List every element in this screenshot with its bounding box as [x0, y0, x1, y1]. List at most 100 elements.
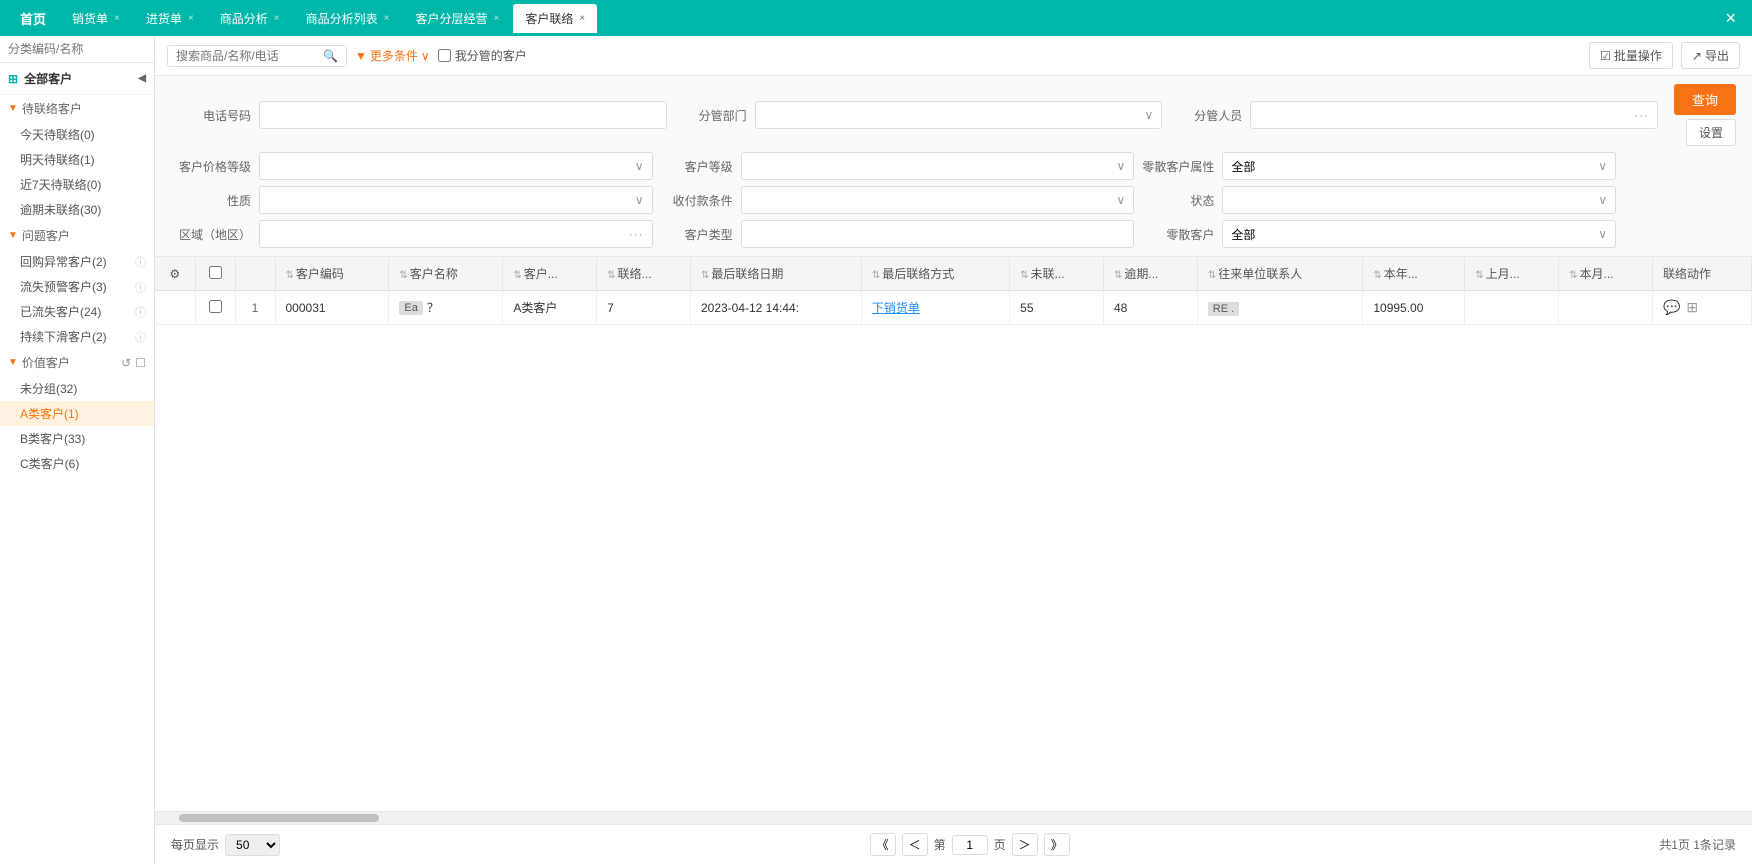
add-icon-value[interactable]: ☐ — [135, 356, 146, 370]
sidebar-search-input[interactable] — [8, 42, 155, 56]
close-customer-tier-icon[interactable]: × — [493, 13, 499, 24]
select-customer-level[interactable]: ∨ — [741, 152, 1135, 180]
page-size-dropdown[interactable]: 50 100 200 — [225, 834, 280, 856]
sidebar-item-ungrouped[interactable]: 未分组(32) — [0, 376, 154, 401]
tab-home[interactable]: 首页 — [8, 3, 58, 34]
sidebar-item-declining[interactable]: 持续下滑客户(2) ⓘ — [0, 324, 154, 349]
refresh-icon-value[interactable]: ↺ — [121, 356, 131, 370]
main-layout: 🔍 ⊞ 全部客户 ◀ ▼ 待联络客户 今天待联络(0) 明天待联络(1) 近7天… — [0, 36, 1752, 864]
sidebar-item-class-b[interactable]: B类客户(33) — [0, 426, 154, 451]
td-check[interactable] — [195, 291, 235, 325]
th-gear[interactable]: ⚙ — [155, 257, 195, 291]
sidebar-item-repurchase[interactable]: 回购异常客户(2) ⓘ — [0, 249, 154, 274]
select-region[interactable]: ··· — [259, 220, 653, 248]
select-price-level[interactable]: ∨ — [259, 152, 653, 180]
tab-customer-tier[interactable]: 客户分层经营 × — [403, 4, 511, 33]
table-scroll-thumb[interactable] — [179, 814, 379, 822]
export-button[interactable]: ↗ 导出 — [1681, 42, 1740, 69]
select-person[interactable]: ··· — [1250, 101, 1658, 129]
info-icon-repurchase: ⓘ — [135, 254, 146, 270]
sort-icon-this-month: ⇅ — [1569, 270, 1577, 281]
next-page-button[interactable]: ＞ — [1012, 833, 1038, 856]
filter-cell-person: 分管人员 ··· — [1162, 101, 1658, 129]
select-payment[interactable]: ∨ — [741, 186, 1135, 214]
label-retail-attr: 零散客户属性 — [1134, 158, 1214, 175]
th-last-method[interactable]: ⇅最后联络方式 — [861, 257, 1009, 291]
th-seq — [235, 257, 275, 291]
th-no-contact[interactable]: ⇅未联... — [1010, 257, 1104, 291]
filter-row-1: 电话号码 分管部门 ∨ 分管人员 ··· — [171, 84, 1736, 146]
input-phone[interactable] — [259, 101, 667, 129]
th-last-month[interactable]: ⇅上月... — [1465, 257, 1559, 291]
close-sales-icon[interactable]: × — [114, 13, 120, 24]
sidebar-item-class-c[interactable]: C类客户(6) — [0, 451, 154, 476]
sidebar-item-overdue[interactable]: 逾期未联络(30) — [0, 197, 154, 222]
tab-purchase[interactable]: 进货单 × — [134, 4, 206, 33]
action-icons: 💬 ⊞ — [1663, 299, 1741, 316]
sidebar-item-class-a[interactable]: A类客户(1) — [0, 401, 154, 426]
row-checkbox[interactable] — [209, 300, 222, 313]
th-this-year[interactable]: ⇅本年... — [1363, 257, 1465, 291]
sidebar-group-pending[interactable]: ▼ 待联络客户 — [0, 95, 154, 122]
select-all-checkbox[interactable] — [209, 266, 222, 279]
tab-analysis[interactable]: 商品分析 × — [208, 4, 292, 33]
th-overdue[interactable]: ⇅逾期... — [1103, 257, 1197, 291]
close-purchase-icon[interactable]: × — [188, 13, 194, 24]
input-ctype[interactable] — [741, 220, 1135, 248]
th-contact[interactable]: ⇅联络... — [597, 257, 691, 291]
settings-button[interactable]: 设置 — [1686, 119, 1736, 146]
th-unit-contact[interactable]: ⇅往来单位联系人 — [1197, 257, 1363, 291]
select-dept[interactable]: ∨ — [755, 101, 1163, 129]
caret-price-level: ∨ — [635, 159, 644, 173]
sidebar-all-customers[interactable]: ⊞ 全部客户 ◀ — [0, 63, 154, 95]
last-page-button[interactable]: 》 — [1044, 833, 1070, 856]
close-customer-contact-icon[interactable]: × — [579, 13, 585, 24]
sidebar-item-lost[interactable]: 已流失客户(24) ⓘ — [0, 299, 154, 324]
sidebar-item-today[interactable]: 今天待联络(0) — [0, 122, 154, 147]
th-check[interactable] — [195, 257, 235, 291]
filter-cell-retail-attr: 零散客户属性 全部 ∨ — [1134, 152, 1616, 180]
close-analysis-list-icon[interactable]: × — [384, 13, 390, 24]
sidebar-item-churn[interactable]: 流失预警客户(3) ⓘ — [0, 274, 154, 299]
my-customers-checkbox-label[interactable]: 我分管的客户 — [438, 47, 527, 64]
filter-cell-payment: 收付款条件 ∨ — [653, 186, 1135, 214]
th-this-month[interactable]: ⇅本月... — [1559, 257, 1653, 291]
tab-customer-contact[interactable]: 客户联络 × — [513, 4, 597, 33]
table-scroll-bar-container[interactable] — [155, 811, 1752, 824]
filter-cell-phone: 电话号码 — [171, 101, 667, 129]
query-button[interactable]: 查询 — [1674, 84, 1736, 115]
page-nav: 《 ＜ 第 页 ＞ 》 — [870, 833, 1070, 856]
chat-icon[interactable]: 💬 — [1663, 299, 1680, 316]
tab-analysis-list[interactable]: 商品分析列表 × — [294, 4, 402, 33]
select-retail[interactable]: 全部 ∨ — [1222, 220, 1616, 248]
sidebar-item-week[interactable]: 近7天待联络(0) — [0, 172, 154, 197]
sidebar-collapse-icon[interactable]: ◀ — [138, 73, 146, 84]
prev-page-button[interactable]: ＜ — [902, 833, 928, 856]
th-last-date[interactable]: ⇅最后联络日期 — [690, 257, 861, 291]
page-input[interactable] — [952, 835, 988, 855]
batch-op-button[interactable]: ☑ 批量操作 — [1589, 42, 1673, 69]
td-last-method[interactable]: 下销货单 — [861, 291, 1009, 325]
th-code[interactable]: ⇅客户编码 — [275, 257, 389, 291]
sort-icon-unit-contact: ⇅ — [1208, 270, 1216, 281]
first-page-button[interactable]: 《 — [870, 833, 896, 856]
table-row: 1 000031 Ea ？ A类客户 7 2023-04-12 14:44: — [155, 291, 1752, 325]
label-customer-level: 客户等级 — [653, 158, 733, 175]
select-retail-attr[interactable]: 全部 ∨ — [1222, 152, 1616, 180]
sidebar-group-problem[interactable]: ▼ 问题客户 — [0, 222, 154, 249]
select-nature[interactable]: ∨ — [259, 186, 653, 214]
qr-icon[interactable]: ⊞ — [1686, 299, 1698, 316]
top-close-button[interactable]: × — [1717, 8, 1744, 29]
sidebar-group-value[interactable]: ▼ 价值客户 ↺ ☐ — [0, 349, 154, 376]
sidebar-item-tomorrow[interactable]: 明天待联络(1) — [0, 147, 154, 172]
filter-more-button[interactable]: ▼ 更多条件 ∨ — [355, 47, 430, 64]
filter-search-input[interactable] — [176, 49, 319, 63]
th-name[interactable]: ⇅客户名称 — [389, 257, 503, 291]
th-type[interactable]: ⇅客户... — [503, 257, 597, 291]
close-analysis-icon[interactable]: × — [274, 13, 280, 24]
my-customers-checkbox[interactable] — [438, 49, 451, 62]
sidebar: 🔍 ⊞ 全部客户 ◀ ▼ 待联络客户 今天待联络(0) 明天待联络(1) 近7天… — [0, 36, 155, 864]
select-status[interactable]: ∨ — [1222, 186, 1616, 214]
tab-sales[interactable]: 销货单 × — [60, 4, 132, 33]
last-method-link[interactable]: 下销货单 — [872, 301, 920, 315]
